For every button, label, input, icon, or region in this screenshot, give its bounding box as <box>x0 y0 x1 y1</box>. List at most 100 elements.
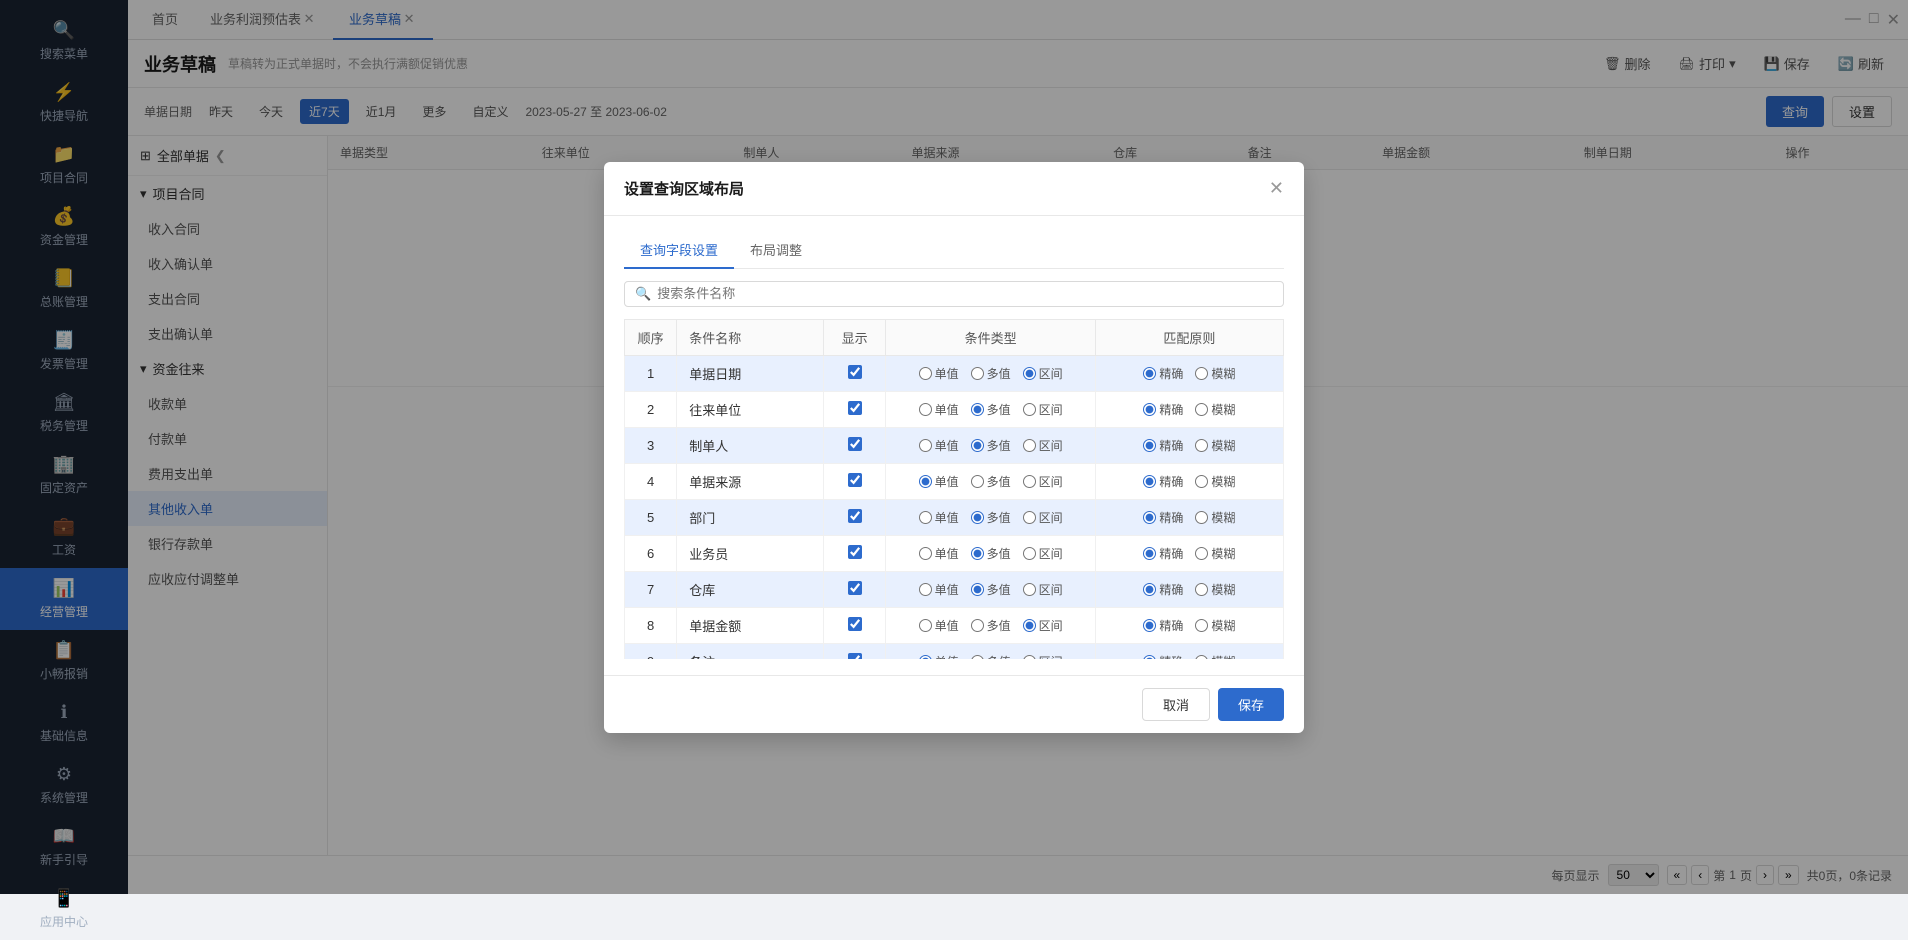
show-checkbox[interactable] <box>848 401 862 415</box>
type-radio-多值[interactable]: 多值 <box>971 617 1011 634</box>
row-show[interactable] <box>823 499 886 535</box>
row-show[interactable] <box>823 643 886 659</box>
col-header-order: 顺序 <box>625 319 677 355</box>
match-radio-模糊[interactable]: 模糊 <box>1195 401 1235 418</box>
type-radio-单值[interactable]: 单值 <box>919 437 959 454</box>
type-radio-多值[interactable]: 多值 <box>971 473 1011 490</box>
row-show[interactable] <box>823 355 886 391</box>
show-checkbox[interactable] <box>848 653 862 659</box>
table-row: 1单据日期单值多值区间精确模糊 <box>625 355 1284 391</box>
dialog-tab-layout[interactable]: 布局调整 <box>734 232 818 269</box>
type-radio-单值[interactable]: 单值 <box>919 473 959 490</box>
search-input[interactable] <box>657 286 1273 301</box>
show-checkbox[interactable] <box>848 545 862 559</box>
row-type[interactable]: 单值多值区间 <box>886 499 1095 535</box>
row-show[interactable] <box>823 427 886 463</box>
row-type[interactable]: 单值多值区间 <box>886 427 1095 463</box>
type-radio-区间[interactable]: 区间 <box>1023 473 1063 490</box>
row-type[interactable]: 单值多值区间 <box>886 463 1095 499</box>
type-radio-多值[interactable]: 多值 <box>971 401 1011 418</box>
row-show[interactable] <box>823 571 886 607</box>
type-radio-多值[interactable]: 多值 <box>971 437 1011 454</box>
search-icon: 🔍 <box>635 286 651 302</box>
type-radio-区间[interactable]: 区间 <box>1023 365 1063 382</box>
match-radio-模糊[interactable]: 模糊 <box>1195 437 1235 454</box>
row-type[interactable]: 单值多值区间 <box>886 571 1095 607</box>
row-type[interactable]: 单值多值区间 <box>886 391 1095 427</box>
dialog-tab-fields[interactable]: 查询字段设置 <box>624 232 734 269</box>
match-radio-精确[interactable]: 精确 <box>1143 509 1183 526</box>
match-radio-模糊[interactable]: 模糊 <box>1195 509 1235 526</box>
match-radio-精确[interactable]: 精确 <box>1143 581 1183 598</box>
show-checkbox[interactable] <box>848 473 862 487</box>
match-radio-模糊[interactable]: 模糊 <box>1195 473 1235 490</box>
match-radio-模糊[interactable]: 模糊 <box>1195 653 1235 659</box>
row-show[interactable] <box>823 391 886 427</box>
type-radio-区间[interactable]: 区间 <box>1023 437 1063 454</box>
row-match[interactable]: 精确模糊 <box>1095 391 1283 427</box>
match-radio-精确[interactable]: 精确 <box>1143 653 1183 659</box>
match-radio-模糊[interactable]: 模糊 <box>1195 581 1235 598</box>
type-radio-单值[interactable]: 单值 <box>919 653 959 659</box>
match-radio-精确[interactable]: 精确 <box>1143 401 1183 418</box>
row-match[interactable]: 精确模糊 <box>1095 571 1283 607</box>
dialog-close-button[interactable]: ✕ <box>1269 178 1284 199</box>
match-radio-精确[interactable]: 精确 <box>1143 365 1183 382</box>
type-radio-单值[interactable]: 单值 <box>919 617 959 634</box>
type-radio-单值[interactable]: 单值 <box>919 545 959 562</box>
match-radio-精确[interactable]: 精确 <box>1143 473 1183 490</box>
row-match[interactable]: 精确 模糊 <box>1095 643 1283 659</box>
match-radio-模糊[interactable]: 模糊 <box>1195 617 1235 634</box>
type-radio-区间[interactable]: 区间 <box>1023 617 1063 634</box>
type-radio-多值[interactable]: 多值 <box>971 365 1011 382</box>
type-radio-区间[interactable]: 区间 <box>1023 581 1063 598</box>
match-radio-精确[interactable]: 精确 <box>1143 437 1183 454</box>
match-radio-精确[interactable]: 精确 <box>1143 545 1183 562</box>
row-match[interactable]: 精确模糊 <box>1095 607 1283 643</box>
row-match[interactable]: 精确模糊 <box>1095 463 1283 499</box>
row-show[interactable] <box>823 535 886 571</box>
type-radio-单值[interactable]: 单值 <box>919 365 959 382</box>
show-checkbox[interactable] <box>848 365 862 379</box>
row-order: 2 <box>625 391 677 427</box>
match-radio-模糊[interactable]: 模糊 <box>1195 365 1235 382</box>
row-order: 6 <box>625 535 677 571</box>
type-radio-单值[interactable]: 单值 <box>919 581 959 598</box>
row-show[interactable] <box>823 607 886 643</box>
type-radio-单值[interactable]: 单值 <box>919 509 959 526</box>
type-radio-区间[interactable]: 区间 <box>1023 653 1063 659</box>
show-checkbox[interactable] <box>848 617 862 631</box>
type-radio-区间[interactable]: 区间 <box>1023 509 1063 526</box>
col-header-name: 条件名称 <box>677 319 823 355</box>
sidebar-item-label: 应用中心 <box>40 913 88 930</box>
row-match[interactable]: 精确模糊 <box>1095 535 1283 571</box>
type-radio-多值[interactable]: 多值 <box>971 581 1011 598</box>
save-button[interactable]: 保存 <box>1218 688 1284 721</box>
type-radio-区间[interactable]: 区间 <box>1023 545 1063 562</box>
row-match[interactable]: 精确模糊 <box>1095 355 1283 391</box>
dialog-header: 设置查询区域布局 ✕ <box>604 162 1304 216</box>
row-name: 业务员 <box>677 535 823 571</box>
type-radio-多值[interactable]: 多值 <box>971 545 1011 562</box>
show-checkbox[interactable] <box>848 437 862 451</box>
col-header-match: 匹配原则 <box>1095 319 1283 355</box>
show-checkbox[interactable] <box>848 509 862 523</box>
row-type[interactable]: 单值 多值 区间 <box>886 643 1095 659</box>
row-type[interactable]: 单值多值区间 <box>886 535 1095 571</box>
type-radio-多值[interactable]: 多值 <box>971 653 1011 659</box>
row-match[interactable]: 精确模糊 <box>1095 427 1283 463</box>
match-radio-模糊[interactable]: 模糊 <box>1195 545 1235 562</box>
show-checkbox[interactable] <box>848 581 862 595</box>
row-match[interactable]: 精确模糊 <box>1095 499 1283 535</box>
type-radio-单值[interactable]: 单值 <box>919 401 959 418</box>
type-radio-多值[interactable]: 多值 <box>971 509 1011 526</box>
dialog-title: 设置查询区域布局 <box>624 178 744 199</box>
row-type[interactable]: 单值多值区间 <box>886 355 1095 391</box>
match-radio-精确[interactable]: 精确 <box>1143 617 1183 634</box>
row-name: 仓库 <box>677 571 823 607</box>
row-show[interactable] <box>823 463 886 499</box>
cancel-button[interactable]: 取消 <box>1142 688 1210 721</box>
row-type[interactable]: 单值多值区间 <box>886 607 1095 643</box>
dialog-tabs: 查询字段设置 布局调整 <box>624 232 1284 269</box>
type-radio-区间[interactable]: 区间 <box>1023 401 1063 418</box>
